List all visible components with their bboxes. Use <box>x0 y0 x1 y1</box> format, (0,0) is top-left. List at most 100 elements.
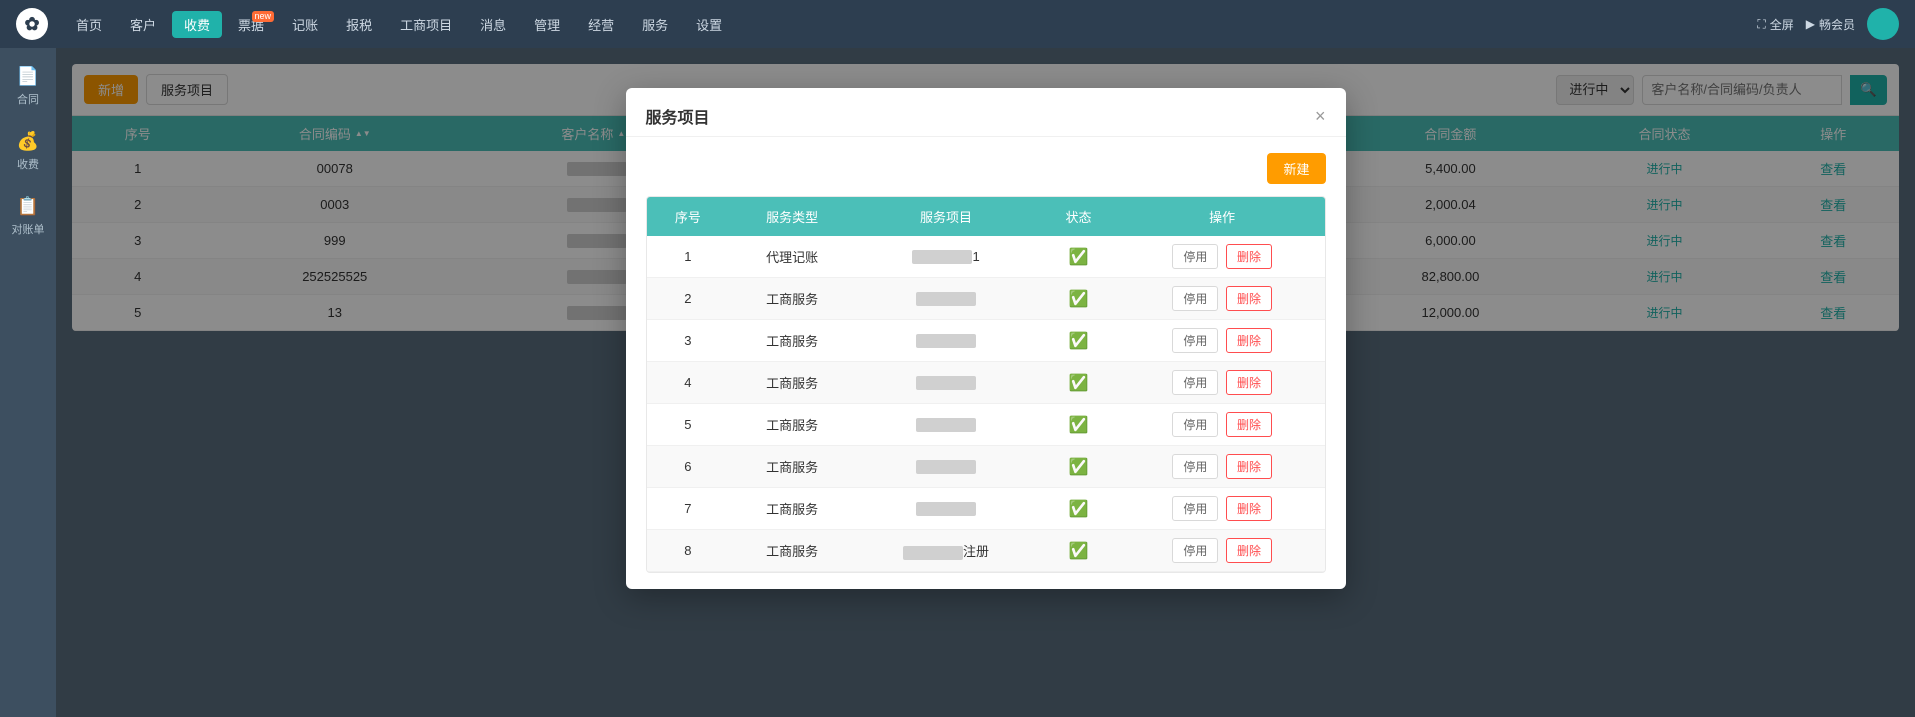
modal-body: 新建 序号 服务类型 服务项目 状态 操作 <box>626 137 1346 589</box>
modal-title: 服务项目 <box>646 104 710 128</box>
service-cell-action: 停用 删除 <box>1120 404 1325 446</box>
service-col-type: 服务类型 <box>729 197 855 236</box>
service-col-action: 操作 <box>1120 197 1325 236</box>
service-cell-type: 工商服务 <box>729 488 855 530</box>
nav-item-invoice[interactable]: 票据 new <box>226 11 276 38</box>
blurred-service-item <box>916 334 976 348</box>
stop-button[interactable]: 停用 <box>1172 496 1218 521</box>
nav-item-fee[interactable]: 收费 <box>172 11 222 38</box>
nav-item-settings[interactable]: 设置 <box>684 11 734 38</box>
stop-button[interactable]: 停用 <box>1172 244 1218 269</box>
service-cell-status: ✅ <box>1037 530 1120 572</box>
service-cell-item <box>855 362 1037 404</box>
modal-overlay: 服务项目 × 新建 序号 服务类型 服务项目 <box>56 48 1915 717</box>
delete-button[interactable]: 删除 <box>1226 244 1272 269</box>
service-table-row: 2 工商服务 ✅ 停用 删除 <box>647 278 1325 320</box>
status-check-icon: ✅ <box>1068 291 1088 308</box>
delete-button[interactable]: 删除 <box>1226 370 1272 395</box>
service-table: 序号 服务类型 服务项目 状态 操作 1 代理记账 1 ✅ <box>647 197 1325 572</box>
nav-item-manage[interactable]: 管理 <box>522 11 572 38</box>
stop-button[interactable]: 停用 <box>1172 412 1218 437</box>
service-cell-item: 1 <box>855 236 1037 278</box>
app-logo: ✿ <box>16 8 48 40</box>
stop-button[interactable]: 停用 <box>1172 370 1218 395</box>
service-table-wrapper[interactable]: 序号 服务类型 服务项目 状态 操作 1 代理记账 1 ✅ <box>646 196 1326 573</box>
nav-item-bizproject[interactable]: 工商项目 <box>388 11 464 38</box>
fullscreen-label: 全屏 <box>1770 16 1794 33</box>
service-cell-status: ✅ <box>1037 278 1120 320</box>
service-cell-action: 停用 删除 <box>1120 488 1325 530</box>
service-table-row: 5 工商服务 ✅ 停用 删除 <box>647 404 1325 446</box>
service-cell-type: 工商服务 <box>729 278 855 320</box>
blurred-service-item <box>916 502 976 516</box>
status-check-icon: ✅ <box>1068 375 1088 392</box>
delete-button[interactable]: 删除 <box>1226 412 1272 437</box>
blurred-service-item <box>916 376 976 390</box>
delete-button[interactable]: 删除 <box>1226 538 1272 563</box>
contract-icon: 📄 <box>17 66 39 87</box>
status-check-icon: ✅ <box>1068 417 1088 434</box>
nav-item-home[interactable]: 首页 <box>64 11 114 38</box>
service-cell-action: 停用 删除 <box>1120 530 1325 572</box>
delete-button[interactable]: 删除 <box>1226 454 1272 479</box>
service-cell-seq: 8 <box>647 530 730 572</box>
service-cell-item <box>855 278 1037 320</box>
fullscreen-icon: ⛶ <box>1757 17 1765 32</box>
nav-item-client[interactable]: 客户 <box>118 11 168 38</box>
modal-header: 服务项目 × <box>626 88 1346 137</box>
sidebar-item-fee[interactable]: 💰 收费 <box>0 121 56 182</box>
user-avatar[interactable] <box>1867 8 1899 40</box>
sidebar-item-label-fee: 收费 <box>17 156 39 172</box>
modal-close-button[interactable]: × <box>1315 107 1326 125</box>
service-col-item: 服务项目 <box>855 197 1037 236</box>
blurred-service-item <box>916 292 976 306</box>
stop-button[interactable]: 停用 <box>1172 286 1218 311</box>
blurred-service-item <box>916 418 976 432</box>
nav-item-service[interactable]: 服务 <box>630 11 680 38</box>
service-cell-type: 工商服务 <box>729 404 855 446</box>
delete-button[interactable]: 删除 <box>1226 496 1272 521</box>
service-cell-type: 工商服务 <box>729 362 855 404</box>
sidebar-item-reconciliation[interactable]: 📋 对账单 <box>0 186 56 247</box>
service-cell-item <box>855 404 1037 446</box>
nav-item-bookkeeping[interactable]: 记账 <box>280 11 330 38</box>
member-label: 畅会员 <box>1819 16 1855 33</box>
service-table-row: 3 工商服务 ✅ 停用 删除 <box>647 320 1325 362</box>
main-content: 新增 服务项目 进行中 全部 已结束 🔍 序号 <box>56 48 1915 717</box>
sidebar-item-label-contract: 合同 <box>17 91 39 107</box>
service-cell-seq: 1 <box>647 236 730 278</box>
sidebar-item-contract[interactable]: 📄 合同 <box>0 56 56 117</box>
top-right-actions: ⛶ 全屏 ▶ 畅会员 <box>1757 8 1899 40</box>
service-cell-status: ✅ <box>1037 320 1120 362</box>
service-table-row: 7 工商服务 ✅ 停用 删除 <box>647 488 1325 530</box>
fee-icon: 💰 <box>17 131 39 152</box>
service-table-row: 6 工商服务 ✅ 停用 删除 <box>647 446 1325 488</box>
stop-button[interactable]: 停用 <box>1172 538 1218 563</box>
new-badge: new <box>252 11 275 22</box>
service-cell-seq: 3 <box>647 320 730 362</box>
service-cell-type: 代理记账 <box>729 236 855 278</box>
logo-icon: ✿ <box>24 14 39 35</box>
service-cell-item <box>855 320 1037 362</box>
member-button[interactable]: ▶ 畅会员 <box>1806 16 1855 33</box>
nav-item-message[interactable]: 消息 <box>468 11 518 38</box>
service-cell-status: ✅ <box>1037 362 1120 404</box>
modal-new-button[interactable]: 新建 <box>1267 153 1325 184</box>
nav-item-operation[interactable]: 经营 <box>576 11 626 38</box>
service-cell-seq: 7 <box>647 488 730 530</box>
left-sidebar: 📄 合同 💰 收费 📋 对账单 <box>0 48 56 717</box>
service-modal: 服务项目 × 新建 序号 服务类型 服务项目 <box>626 88 1346 589</box>
service-cell-seq: 5 <box>647 404 730 446</box>
delete-button[interactable]: 删除 <box>1226 328 1272 353</box>
service-cell-seq: 6 <box>647 446 730 488</box>
status-check-icon: ✅ <box>1068 249 1088 266</box>
nav-item-tax[interactable]: 报税 <box>334 11 384 38</box>
fullscreen-button[interactable]: ⛶ 全屏 <box>1757 16 1793 33</box>
service-table-row: 4 工商服务 ✅ 停用 删除 <box>647 362 1325 404</box>
delete-button[interactable]: 删除 <box>1226 286 1272 311</box>
service-cell-status: ✅ <box>1037 446 1120 488</box>
stop-button[interactable]: 停用 <box>1172 328 1218 353</box>
stop-button[interactable]: 停用 <box>1172 454 1218 479</box>
service-cell-seq: 4 <box>647 362 730 404</box>
status-check-icon: ✅ <box>1068 501 1088 518</box>
